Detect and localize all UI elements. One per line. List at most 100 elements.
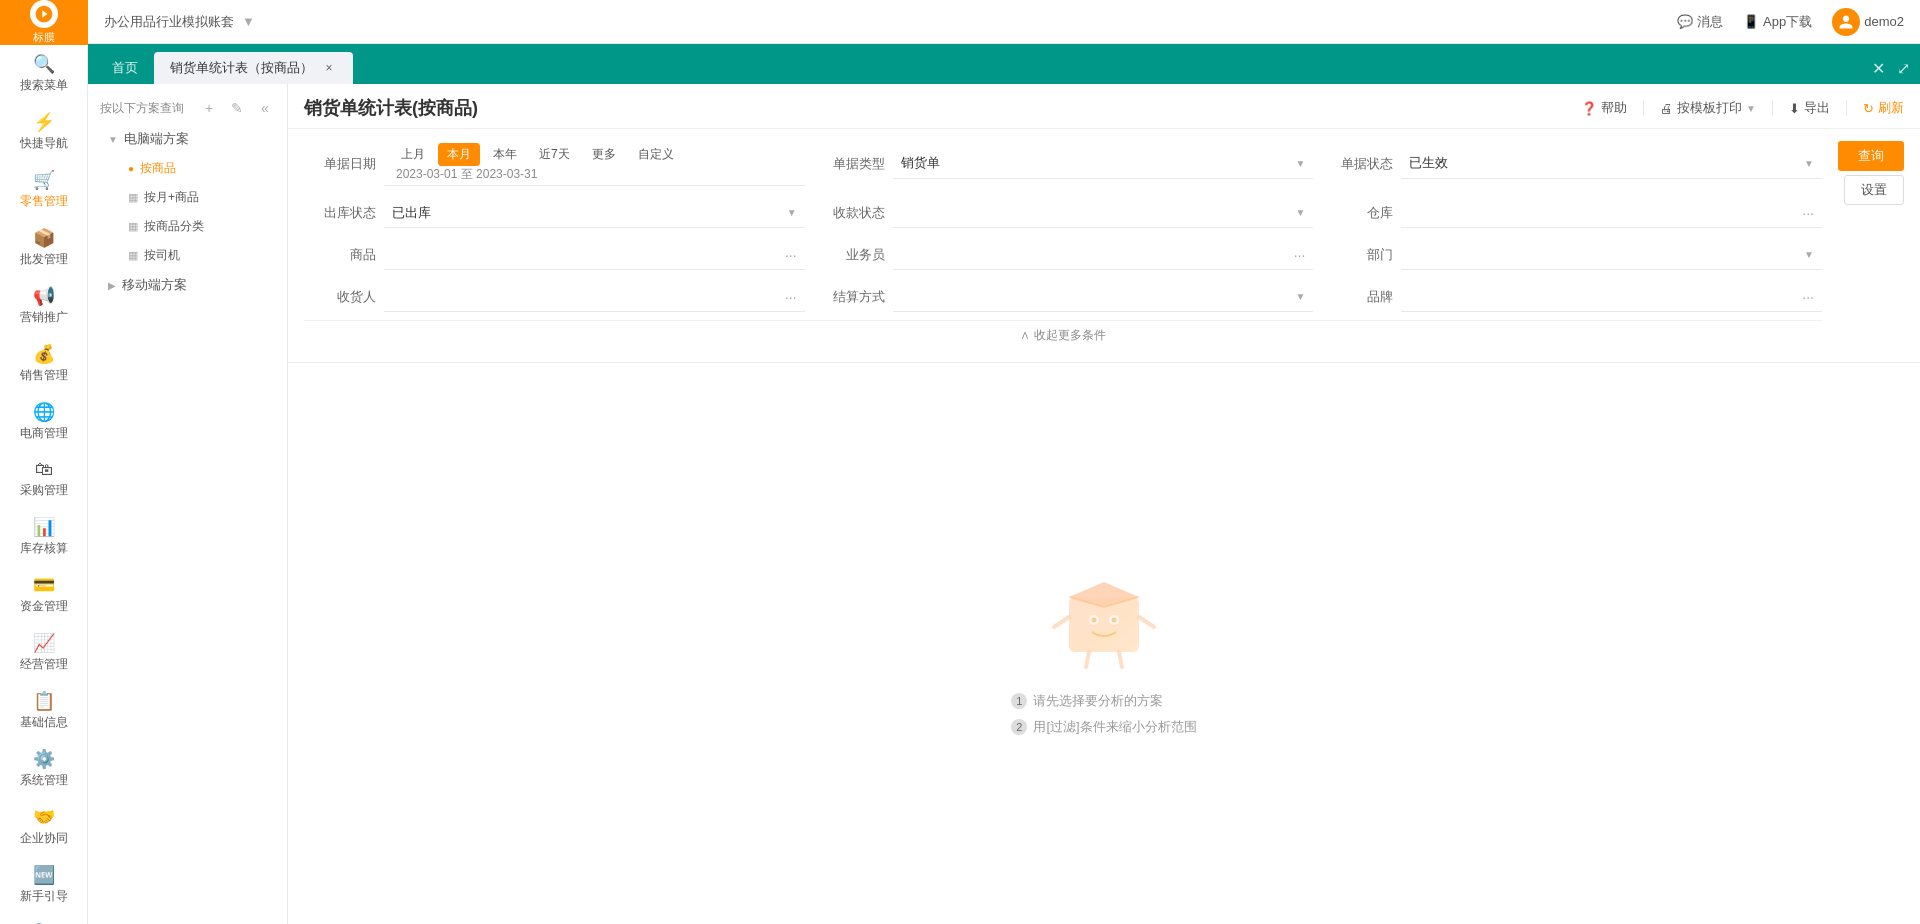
brand-dots[interactable]: ··· (1802, 289, 1814, 305)
last-7-btn[interactable]: 近7天 (530, 143, 579, 166)
add-scheme-btn[interactable]: + (199, 98, 219, 118)
active-indicator: ● (128, 163, 134, 174)
main-area: 办公用品行业模拟账套 ▼ 💬 消息 📱 App下载 demo2 首页 (88, 0, 1920, 924)
export-btn[interactable]: ⬇ 导出 (1789, 99, 1830, 117)
doc-type-arrow[interactable]: ▼ (1295, 158, 1305, 169)
app-download-btn[interactable]: 📱 App下载 (1743, 13, 1812, 31)
date-group: 上月 本月 本年 近7天 更多 自定义 (392, 143, 683, 166)
doc-type-value: 销货单 (901, 154, 1296, 172)
storage-control[interactable]: ··· (1401, 198, 1822, 228)
help-icon: ❓ (1581, 101, 1597, 116)
tab-home[interactable]: 首页 (96, 52, 154, 84)
sidebar-item-finance[interactable]: 💳 资金管理 (0, 566, 88, 624)
payment-arrow[interactable]: ▼ (1295, 207, 1305, 218)
last-month-btn[interactable]: 上月 (392, 143, 434, 166)
svg-line-9 (1139, 617, 1154, 627)
sidebar-item-retail[interactable]: 🛒 零售管理 (0, 161, 88, 219)
message-icon: 💬 (1677, 14, 1693, 29)
app-logo: 标膜 (0, 0, 88, 45)
message-btn[interactable]: 💬 消息 (1677, 13, 1723, 31)
tab-sales-report[interactable]: 销货单统计表（按商品） × (154, 52, 353, 84)
help-btn[interactable]: ❓ 帮助 (1581, 99, 1627, 117)
payment-method-arrow[interactable]: ▼ (1295, 291, 1305, 302)
department-control[interactable]: ▼ (1401, 240, 1822, 270)
print-btn[interactable]: 🖨 按模板打印 ▼ (1660, 99, 1756, 117)
dropdown-icon[interactable]: ▼ (242, 14, 255, 29)
edit-scheme-btn[interactable]: ✎ (227, 98, 247, 118)
more-btn[interactable]: 更多 (583, 143, 625, 166)
sidebar-item-operations[interactable]: 📈 经营管理 (0, 624, 88, 682)
recipient-control[interactable]: ··· (384, 282, 805, 312)
filter-doc-type-col: 单据类型 销货单 ▼ (813, 141, 1314, 186)
salesperson-dots[interactable]: ··· (1294, 247, 1306, 263)
sidebar-item-system[interactable]: ⚙️ 系统管理 (0, 740, 88, 798)
salesperson-control[interactable]: ··· (893, 240, 1314, 270)
logo-icon (30, 0, 58, 28)
close-window-btn[interactable]: ✕ (1870, 57, 1887, 80)
query-btn[interactable]: 查询 (1838, 141, 1904, 171)
storage-dots[interactable]: ··· (1802, 205, 1814, 221)
sidebar-item-search-menu[interactable]: 🔍 搜索菜单 (0, 45, 88, 103)
filter-product-col: 商品 ··· (304, 240, 805, 270)
tip-num-2: 2 (1011, 719, 1027, 735)
filter-row-3: 商品 ··· 业务员 ··· (304, 240, 1822, 270)
divider (1643, 100, 1644, 116)
filter-payment-col: 收款状态 ▼ (813, 198, 1314, 228)
tab-home-label: 首页 (112, 59, 138, 77)
sidebar-item-quick-nav[interactable]: ⚡ 快捷导航 (0, 103, 88, 161)
tab-close-btn[interactable]: × (321, 60, 337, 76)
sidebar-item-inventory[interactable]: 📊 库存核算 (0, 508, 88, 566)
tree-item-by-month-product[interactable]: ▦ 按月+商品 (88, 183, 287, 212)
print-icon: 🖨 (1660, 101, 1673, 116)
tree-item-by-category[interactable]: ▦ 按商品分类 (88, 212, 287, 241)
sidebar-item-label: 销售管理 (20, 367, 68, 384)
expand-icon: ▼ (108, 134, 118, 145)
this-month-btn[interactable]: 本月 (438, 143, 480, 166)
collapse-panel-btn[interactable]: « (255, 98, 275, 118)
product-control[interactable]: ··· (384, 240, 805, 270)
doc-type-control[interactable]: 销货单 ▼ (893, 149, 1314, 179)
refresh-btn[interactable]: ↻ 刷新 (1863, 99, 1904, 117)
payment-label: 收款状态 (813, 204, 893, 222)
sidebar-item-ecommerce[interactable]: 🌐 电商管理 (0, 393, 88, 451)
sidebar-item-label: 经营管理 (20, 656, 68, 673)
sidebar-item-purchase[interactable]: 🛍 采购管理 (0, 451, 88, 508)
tree-item-by-cashier[interactable]: ▦ 按司机 (88, 241, 287, 270)
user-btn[interactable]: demo2 (1832, 8, 1904, 36)
product-dots[interactable]: ··· (785, 247, 797, 263)
svg-point-6 (1092, 617, 1097, 622)
payment-method-control[interactable]: ▼ (893, 282, 1314, 312)
custom-btn[interactable]: 自定义 (629, 143, 683, 166)
sidebar-item-label: 库存核算 (20, 540, 68, 557)
help-label: 帮助 (1601, 99, 1627, 117)
warehouse-arrow[interactable]: ▼ (787, 207, 797, 218)
sidebar-item-wholesale[interactable]: 📦 批发管理 (0, 219, 88, 277)
sidebar-item-enterprise[interactable]: 🤝 企业协同 (0, 798, 88, 856)
tip-num-1: 1 (1011, 693, 1027, 709)
sidebar-item-guide[interactable]: 🆕 新手引导 (0, 856, 88, 914)
recipient-dots[interactable]: ··· (785, 289, 797, 305)
tree-pc-section[interactable]: ▼ 电脑端方案 (88, 124, 287, 154)
sidebar-item-sales[interactable]: 💰 销售管理 (0, 335, 88, 393)
sidebar-item-basic[interactable]: 📋 基础信息 (0, 682, 88, 740)
brand-control[interactable]: ··· (1401, 282, 1822, 312)
filter-brand-col: 品牌 ··· (1321, 282, 1822, 312)
sidebar-item-app-center[interactable]: 🔧 应用中心 (0, 914, 88, 924)
tree-mobile-section[interactable]: ▶ 移动端方案 (88, 270, 287, 300)
expand-window-btn[interactable]: ⤢ (1895, 57, 1912, 80)
department-arrow[interactable]: ▼ (1804, 249, 1814, 260)
tree-item-by-product[interactable]: ● 按商品 (88, 154, 287, 183)
sidebar-item-marketing[interactable]: 📢 营销推广 (0, 277, 88, 335)
tip-item-2: 2 用[过滤]条件来缩小分析范围 (1011, 718, 1196, 736)
doc-status-arrow[interactable]: ▼ (1804, 158, 1814, 169)
date-control[interactable]: 上月 本月 本年 近7天 更多 自定义 2023-03-01 至 2023-03… (384, 141, 805, 186)
this-year-btn[interactable]: 本年 (484, 143, 526, 166)
filter-area: 单据日期 上月 本月 本年 近7天 更多 自定义 (288, 129, 1920, 363)
warehouse-control[interactable]: 已出库 ▼ (384, 198, 805, 228)
settings-btn[interactable]: 设置 (1844, 175, 1904, 205)
filter-salesperson-col: 业务员 ··· (813, 240, 1314, 270)
collapse-more-btn[interactable]: ∧ 收起更多条件 (304, 320, 1822, 350)
payment-control[interactable]: ▼ (893, 198, 1314, 228)
doc-status-control[interactable]: 已生效 ▼ (1401, 149, 1822, 179)
ecommerce-icon: 🌐 (33, 401, 55, 423)
